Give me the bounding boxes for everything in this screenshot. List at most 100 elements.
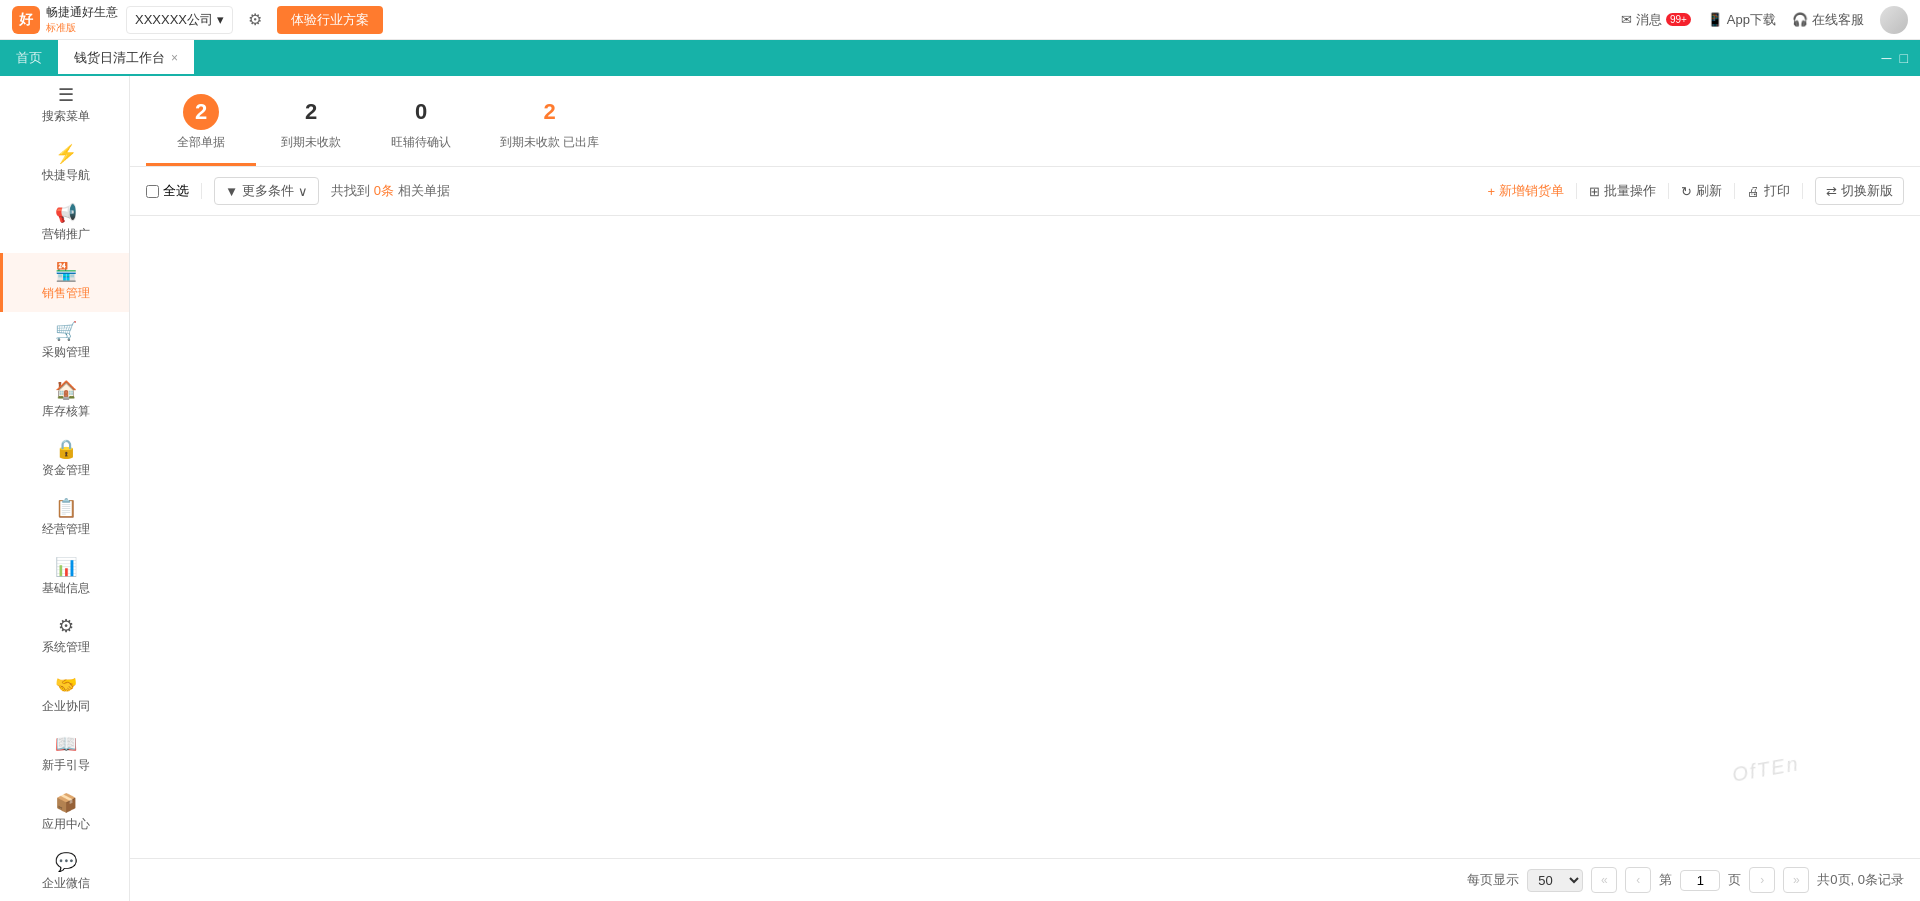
online-service-button[interactable]: 🎧 在线客服 [1792, 11, 1864, 29]
marketing-icon: 📢 [55, 204, 77, 222]
sidebar-item-wechat[interactable]: 💬 企业微信 [0, 843, 129, 901]
next-page-button[interactable]: › [1749, 867, 1775, 893]
page-prefix: 第 [1659, 871, 1672, 889]
last-page-button[interactable]: » [1783, 867, 1809, 893]
stat-tab-shipped[interactable]: 2 到期未收款 已出库 [476, 86, 623, 166]
page-number-input[interactable] [1680, 870, 1720, 891]
sidebar-item-purchase[interactable]: 🛒 采购管理 [0, 312, 129, 371]
app-center-icon: 📦 [55, 794, 77, 812]
top-bar-right: ✉ 消息 99+ 📱 App下载 🎧 在线客服 [1621, 6, 1908, 34]
sidebar-item-enterprise[interactable]: 🤝 企业协同 [0, 666, 129, 725]
divider [1802, 183, 1803, 199]
sidebar-item-inventory[interactable]: 🏠 库存核算 [0, 371, 129, 430]
per-page-select[interactable]: 10 20 50 100 [1527, 869, 1583, 892]
sidebar-item-app-center[interactable]: 📦 应用中心 [0, 784, 129, 843]
stat-label-overdue: 到期未收款 [281, 134, 341, 151]
sidebar: ☰ 搜索菜单 ⚡ 快捷导航 📢 营销推广 🏪 销售管理 🛒 采购管理 🏠 库存核… [0, 76, 130, 901]
content-area: 2 全部单据 2 到期未收款 0 旺辅待确认 2 到期未收款 已出库 全选 [130, 76, 1920, 901]
stats-tabs: 2 全部单据 2 到期未收款 0 旺辅待确认 2 到期未收款 已出库 [130, 76, 1920, 167]
print-button[interactable]: 🖨 打印 [1747, 182, 1790, 200]
stat-num-shipped: 2 [532, 94, 568, 130]
settings-button[interactable]: ⚙ [241, 6, 269, 34]
batch-operation-button[interactable]: ⊞ 批量操作 [1589, 182, 1656, 200]
stat-label-shipped: 到期未收款 已出库 [500, 134, 599, 151]
sidebar-item-quick-nav[interactable]: ⚡ 快捷导航 [0, 135, 129, 194]
filter-chevron-icon: ∨ [298, 184, 308, 199]
sidebar-item-guide[interactable]: 📖 新手引导 [0, 725, 129, 784]
stat-num-all: 2 [183, 94, 219, 130]
table-area [130, 216, 1920, 858]
system-icon: ⚙ [58, 617, 74, 635]
avatar[interactable] [1880, 6, 1908, 34]
message-icon: ✉ [1621, 12, 1632, 27]
page-suffix: 页 [1728, 871, 1741, 889]
prev-page-button[interactable]: ‹ [1625, 867, 1651, 893]
finance-icon: 🔒 [55, 440, 77, 458]
sidebar-item-system[interactable]: ⚙ 系统管理 [0, 607, 129, 666]
plus-icon: + [1487, 184, 1495, 199]
logo-icon: 好 [12, 6, 40, 34]
sidebar-item-operations[interactable]: 📋 经营管理 [0, 489, 129, 548]
pagination: 每页显示 10 20 50 100 « ‹ 第 页 › » 共0页, 0条记录 [130, 858, 1920, 901]
sidebar-item-basic-info[interactable]: 📊 基础信息 [0, 548, 129, 607]
divider [1734, 183, 1735, 199]
logo-text: 畅捷通好生意 标准版 [46, 5, 118, 34]
refresh-icon: ↻ [1681, 184, 1692, 199]
first-page-button[interactable]: « [1591, 867, 1617, 893]
basic-info-icon: 📊 [55, 558, 77, 576]
wechat-icon: 💬 [55, 853, 77, 871]
enterprise-icon: 🤝 [55, 676, 77, 694]
quick-nav-icon: ⚡ [55, 145, 77, 163]
refresh-button[interactable]: ↻ 刷新 [1681, 182, 1722, 200]
sidebar-item-finance[interactable]: 🔒 资金管理 [0, 430, 129, 489]
per-page-label: 每页显示 [1467, 871, 1519, 889]
message-button[interactable]: ✉ 消息 99+ [1621, 11, 1691, 29]
sidebar-item-sales[interactable]: 🏪 销售管理 [0, 253, 129, 312]
filter-icon: ▼ [225, 184, 238, 199]
stat-num-pending: 0 [403, 94, 439, 130]
toolbar: 全选 ▼ 更多条件 ∨ 共找到 0条 相关单据 + 新增销货单 ⊞ [130, 167, 1920, 216]
search-menu-icon: ☰ [58, 86, 74, 104]
stat-tab-pending[interactable]: 0 旺辅待确认 [366, 86, 476, 166]
stat-tab-overdue[interactable]: 2 到期未收款 [256, 86, 366, 166]
nav-tabs: 首页 钱货日清工作台 × ─ □ [0, 40, 1920, 76]
sidebar-item-marketing[interactable]: 📢 营销推广 [0, 194, 129, 253]
top-bar-left: 好 畅捷通好生意 标准版 XXXXXX公司 ▾ ⚙ 体验行业方案 [12, 5, 383, 34]
tab-close-icon[interactable]: × [171, 51, 178, 65]
purchase-icon: 🛒 [55, 322, 77, 340]
chevron-down-icon: ▾ [217, 12, 224, 27]
result-text: 共找到 0条 相关单据 [331, 182, 449, 200]
trial-button[interactable]: 体验行业方案 [277, 6, 383, 34]
headset-icon: 🎧 [1792, 12, 1808, 27]
guide-icon: 📖 [55, 735, 77, 753]
divider [1668, 183, 1669, 199]
more-filter-button[interactable]: ▼ 更多条件 ∨ [214, 177, 319, 205]
stat-label-pending: 旺辅待确认 [391, 134, 451, 151]
tab-home[interactable]: 首页 [0, 40, 58, 76]
divider [1576, 183, 1577, 199]
app-download-button[interactable]: 📱 App下载 [1707, 11, 1776, 29]
logo-area: 好 畅捷通好生意 标准版 [12, 5, 118, 34]
sales-icon: 🏪 [55, 263, 77, 281]
tab-cashflow[interactable]: 钱货日清工作台 × [58, 40, 194, 76]
print-icon: 🖨 [1747, 184, 1760, 199]
inventory-icon: 🏠 [55, 381, 77, 399]
stat-num-overdue: 2 [293, 94, 329, 130]
sidebar-item-search[interactable]: ☰ 搜索菜单 [0, 76, 129, 135]
select-all-checkbox[interactable]: 全选 [146, 182, 189, 200]
batch-icon: ⊞ [1589, 184, 1600, 199]
switch-version-button[interactable]: ⇄ 切换新版 [1815, 177, 1904, 205]
minimize-icon[interactable]: ─ [1882, 50, 1892, 66]
maximize-icon[interactable]: □ [1900, 50, 1908, 66]
top-bar: 好 畅捷通好生意 标准版 XXXXXX公司 ▾ ⚙ 体验行业方案 ✉ 消息 99… [0, 0, 1920, 40]
operations-icon: 📋 [55, 499, 77, 517]
company-selector[interactable]: XXXXXX公司 ▾ [126, 6, 233, 34]
stat-tab-all[interactable]: 2 全部单据 [146, 86, 256, 166]
switch-icon: ⇄ [1826, 184, 1837, 199]
toolbar-right: + 新增销货单 ⊞ 批量操作 ↻ 刷新 🖨 打印 [1487, 177, 1904, 205]
nav-tab-controls: ─ □ [1882, 50, 1920, 66]
message-badge: 99+ [1666, 13, 1691, 26]
app-icon: 📱 [1707, 12, 1723, 27]
add-sales-order-button[interactable]: + 新增销货单 [1487, 182, 1564, 200]
checkbox-all[interactable] [146, 185, 159, 198]
